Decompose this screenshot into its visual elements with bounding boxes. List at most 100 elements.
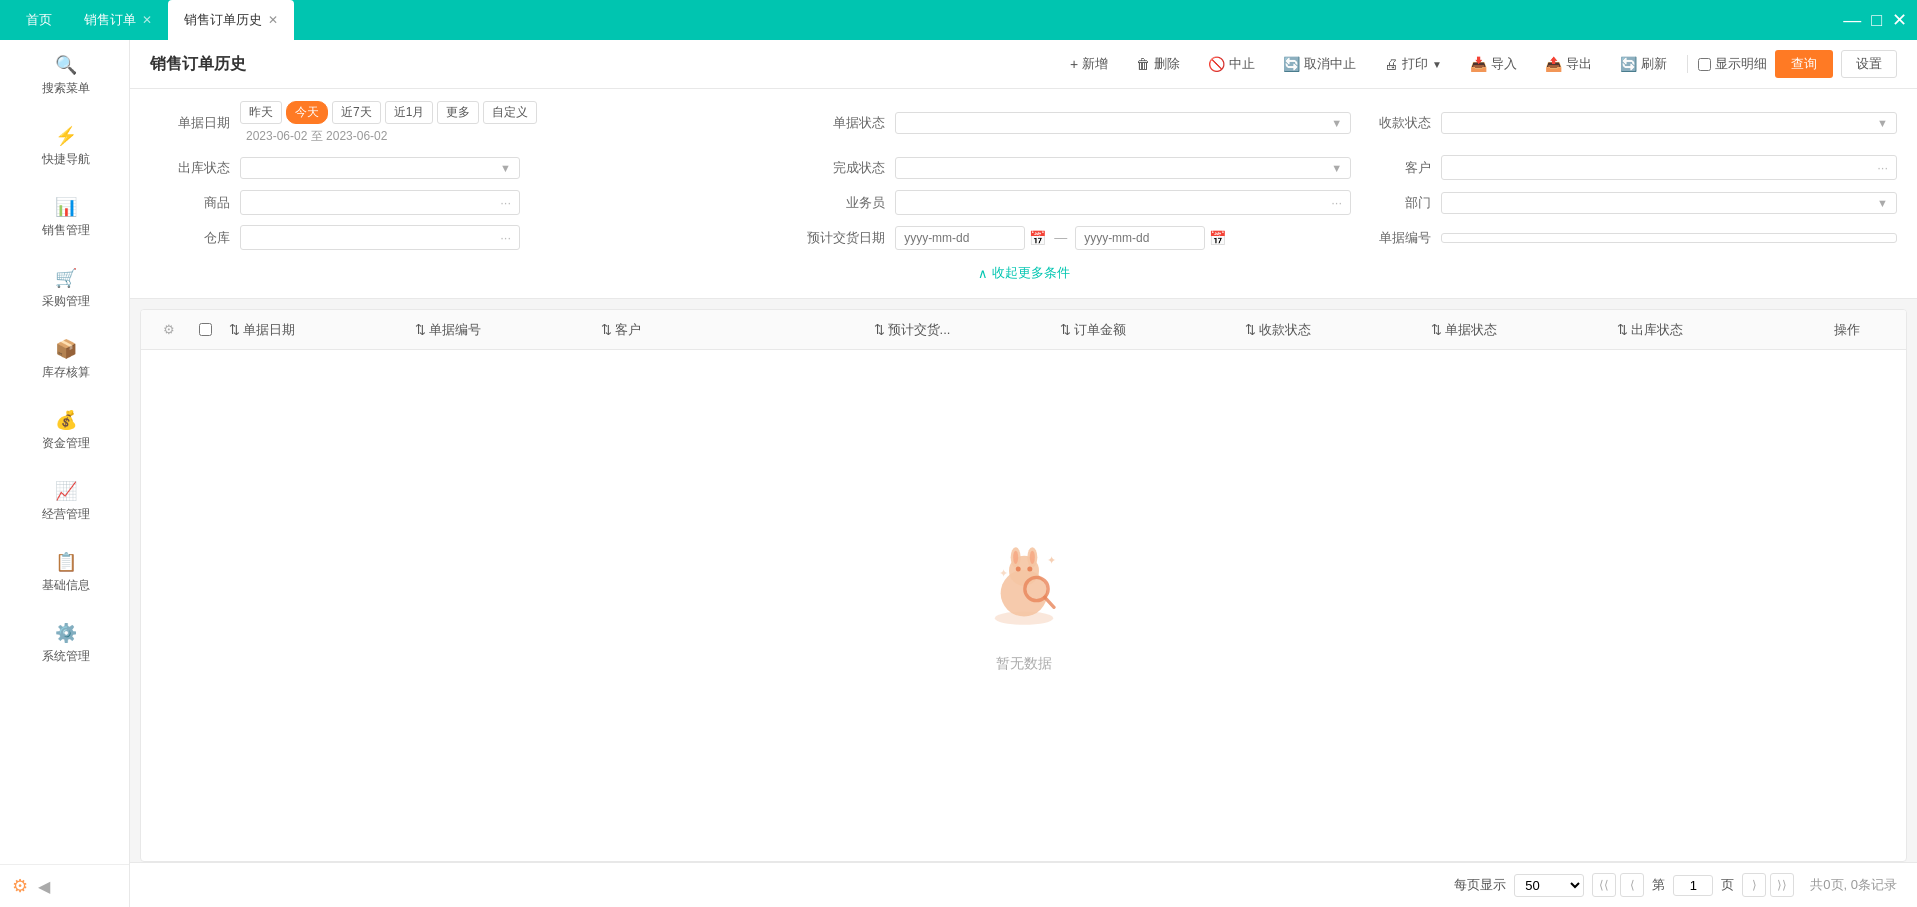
th-customer[interactable]: ⇅ 客户 (595, 321, 868, 339)
customer-input[interactable]: ··· (1441, 155, 1897, 180)
sidebar-item-search-menu-label: 搜索菜单 (42, 80, 90, 97)
sidebar-item-purchase-mgmt[interactable]: 🛒 采购管理 (0, 253, 129, 324)
cancel-stop-button[interactable]: 🔄 取消中止 (1273, 51, 1366, 77)
tab-sales-order-close[interactable]: ✕ (142, 13, 152, 27)
sidebar-item-search-menu[interactable]: 🔍 搜索菜单 (0, 40, 129, 111)
tab-home-label: 首页 (26, 11, 52, 29)
import-button[interactable]: 📥 导入 (1460, 51, 1527, 77)
complete-status-label: 完成状态 (805, 159, 895, 177)
query-button[interactable]: 查询 (1775, 50, 1833, 78)
date-shortcuts: 昨天 今天 近7天 近1月 更多 自定义 (240, 101, 537, 124)
sidebar-collapse-icon[interactable]: ◀ (38, 877, 50, 896)
toolbar: + 新增 🗑 删除 🚫 中止 🔄 取消中止 🖨 打印 (1060, 50, 1897, 78)
quick-nav-icon: ⚡ (55, 125, 77, 147)
sort-icon-amount: ⇅ (1060, 322, 1071, 337)
tab-sales-order-history[interactable]: 销售订单历史 ✕ (168, 0, 294, 40)
warehouse-input[interactable]: ··· (240, 225, 520, 250)
current-page-input[interactable] (1673, 875, 1713, 896)
th-expected-delivery[interactable]: ⇅ 预计交货... (868, 321, 1054, 339)
th-number-label: 单据编号 (429, 321, 481, 339)
last-page-btn[interactable]: ⟩⟩ (1770, 873, 1794, 897)
next-page-btn[interactable]: ⟩ (1742, 873, 1766, 897)
maximize-icon[interactable]: □ (1871, 10, 1882, 31)
new-button[interactable]: + 新增 (1060, 51, 1118, 77)
expected-delivery-start[interactable] (895, 226, 1025, 250)
select-all-checkbox[interactable] (199, 323, 212, 336)
delete-button[interactable]: 🗑 删除 (1126, 51, 1190, 77)
th-bill-status[interactable]: ⇅ 单据状态 (1425, 321, 1611, 339)
complete-status-select[interactable]: ▼ (895, 157, 1351, 179)
svg-line-10 (1044, 597, 1053, 607)
date-range-text: 2023-06-02 至 2023-06-02 (246, 128, 537, 145)
sidebar: 🔍 搜索菜单 ⚡ 快捷导航 📊 销售管理 🛒 采购管理 📦 库存核算 💰 资金管… (0, 40, 130, 907)
th-date[interactable]: ⇅ 单据日期 (223, 321, 409, 339)
th-receipt-status[interactable]: ⇅ 收款状态 (1239, 321, 1425, 339)
th-amount-label: 订单金额 (1074, 321, 1126, 339)
toolbar-divider (1687, 55, 1688, 73)
show-detail-checkbox[interactable] (1698, 58, 1711, 71)
svg-point-7 (1015, 566, 1020, 571)
window-controls: — □ ✕ (1843, 9, 1907, 31)
sidebar-settings-icon[interactable]: ⚙ (12, 875, 28, 897)
th-number[interactable]: ⇅ 单据编号 (409, 321, 595, 339)
stop-button[interactable]: 🚫 中止 (1198, 51, 1265, 77)
print-button[interactable]: 🖨 打印 ▼ (1374, 51, 1452, 77)
tab-sales-order[interactable]: 销售订单 ✕ (68, 0, 168, 40)
sidebar-item-system-mgmt[interactable]: ⚙️ 系统管理 (0, 608, 129, 679)
date-filter-group: 昨天 今天 近7天 近1月 更多 自定义 2023-06-02 至 2023-0… (240, 101, 537, 145)
sort-icon-receipt-status: ⇅ (1245, 322, 1256, 337)
sidebar-item-quick-nav[interactable]: ⚡ 快捷导航 (0, 111, 129, 182)
show-detail-label: 显示明细 (1715, 55, 1767, 73)
empty-state: ✦ ✦ 暂无数据 (141, 350, 1906, 861)
table-settings-icon[interactable]: ⚙ (151, 322, 187, 337)
tab-sales-order-history-label: 销售订单历史 (184, 11, 262, 29)
minimize-icon[interactable]: — (1843, 10, 1861, 31)
cancel-stop-icon: 🔄 (1283, 56, 1300, 72)
tab-sales-order-history-close[interactable]: ✕ (268, 13, 278, 27)
yesterday-btn[interactable]: 昨天 (240, 101, 282, 124)
department-select[interactable]: ▼ (1441, 192, 1897, 214)
print-arrow-icon: ▼ (1432, 59, 1442, 70)
new-icon: + (1070, 56, 1078, 72)
first-page-btn[interactable]: ⟨⟨ (1592, 873, 1616, 897)
sidebar-item-operation-mgmt[interactable]: 📈 经营管理 (0, 466, 129, 537)
tab-home[interactable]: 首页 (10, 0, 68, 40)
bill-status-select[interactable]: ▼ (895, 112, 1351, 134)
th-amount[interactable]: ⇅ 订单金额 (1054, 321, 1240, 339)
table-select-all-cell (187, 323, 223, 336)
bill-number-input[interactable] (1441, 233, 1897, 243)
salesperson-input[interactable]: ··· (895, 190, 1351, 215)
th-warehouse-status[interactable]: ⇅ 出库状态 (1611, 321, 1797, 339)
sidebar-item-sales-mgmt[interactable]: 📊 销售管理 (0, 182, 129, 253)
export-button[interactable]: 📤 导出 (1535, 51, 1602, 77)
expected-delivery-end[interactable] (1075, 226, 1205, 250)
setting-button[interactable]: 设置 (1841, 50, 1897, 78)
th-customer-label: 客户 (615, 321, 641, 339)
last7-btn[interactable]: 近7天 (332, 101, 381, 124)
today-btn[interactable]: 今天 (286, 101, 328, 124)
last1month-btn[interactable]: 近1月 (385, 101, 434, 124)
tab-sales-order-label: 销售订单 (84, 11, 136, 29)
collapse-button[interactable]: ∧ 收起更多条件 (150, 260, 1897, 286)
custom-btn[interactable]: 自定义 (483, 101, 537, 124)
sidebar-item-finance-mgmt[interactable]: 💰 资金管理 (0, 395, 129, 466)
filter-col-expected-delivery: 预计交货日期 📅 — 📅 (805, 226, 1351, 250)
show-detail-toggle[interactable]: 显示明细 (1698, 55, 1767, 73)
product-input[interactable]: ··· (240, 190, 520, 215)
filter-col-warehouse-status: 出库状态 ▼ (150, 157, 805, 179)
operation-mgmt-icon: 📈 (55, 480, 77, 502)
warehouse-status-select[interactable]: ▼ (240, 157, 520, 179)
receipt-status-select[interactable]: ▼ (1441, 112, 1897, 134)
sidebar-item-inventory[interactable]: 📦 库存核算 (0, 324, 129, 395)
more-btn[interactable]: 更多 (437, 101, 479, 124)
close-window-icon[interactable]: ✕ (1892, 9, 1907, 31)
sales-mgmt-icon: 📊 (55, 196, 77, 218)
refresh-button[interactable]: 🔄 刷新 (1610, 51, 1677, 77)
prev-page-btn[interactable]: ⟨ (1620, 873, 1644, 897)
cancel-stop-label: 取消中止 (1304, 55, 1356, 73)
sidebar-bottom: ⚙ ◀ (0, 864, 129, 907)
sidebar-item-basic-info[interactable]: 📋 基础信息 (0, 537, 129, 608)
main-layout: 🔍 搜索菜单 ⚡ 快捷导航 📊 销售管理 🛒 采购管理 📦 库存核算 💰 资金管… (0, 40, 1917, 907)
page-size-select[interactable]: 50 20 100 200 (1514, 874, 1584, 897)
export-label: 导出 (1566, 55, 1592, 73)
